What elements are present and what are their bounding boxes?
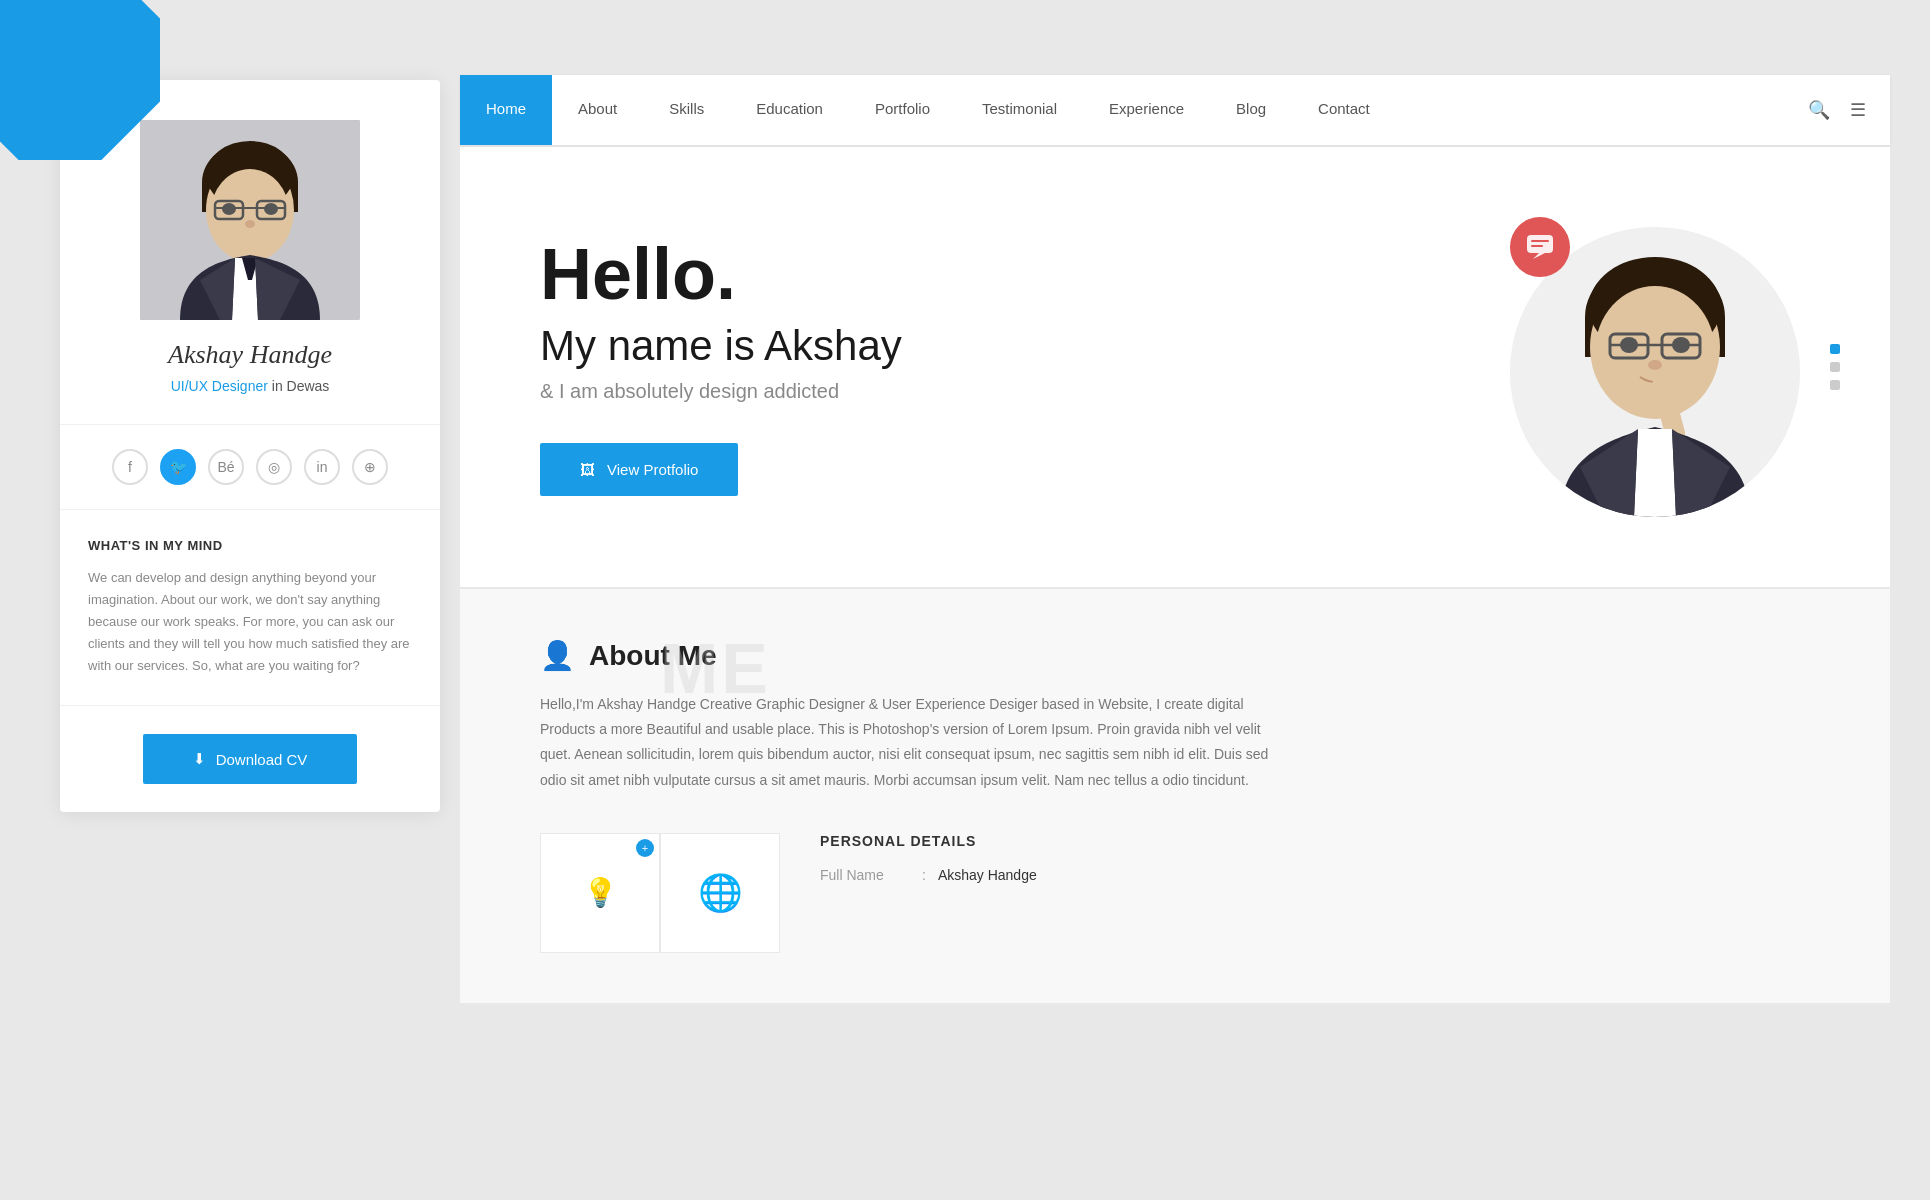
download-cv-button[interactable]: ⬇ Download CV xyxy=(143,734,358,784)
main-content: Home About Skills Education Portfolio Te… xyxy=(460,75,1890,1180)
bulb-icon: 💡 xyxy=(583,876,618,909)
chat-bubble[interactable] xyxy=(1510,217,1570,277)
about-description: Hello,I'm Akshay Handge Creative Graphic… xyxy=(540,692,1290,793)
download-cv-label: Download CV xyxy=(216,751,308,768)
nav-spacer xyxy=(1396,75,1784,145)
svg-rect-13 xyxy=(1527,235,1553,253)
about-card-bulb: 💡 + xyxy=(540,833,660,953)
nav-icons: 🔍 ☰ xyxy=(1784,75,1890,145)
menu-icon[interactable]: ☰ xyxy=(1850,99,1866,121)
svg-point-10 xyxy=(264,203,278,215)
about-section: 👤 About Me ME Hello,I'm Akshay Handge Cr… xyxy=(460,589,1890,1003)
card-plus-icon: + xyxy=(636,839,654,857)
page-dot-3[interactable] xyxy=(1830,380,1840,390)
corner-decoration xyxy=(0,0,160,160)
view-portfolio-label: View Protfolio xyxy=(607,461,698,478)
page-dot-2[interactable] xyxy=(1830,362,1840,372)
personal-details: PERSONAL DETAILS Full Name : Akshay Hand… xyxy=(820,833,1810,953)
page-dots xyxy=(1830,344,1840,390)
about-bottom: 💡 + 🌐 PERSONAL DETAILS Full Name : Aksha… xyxy=(540,833,1810,953)
sidebar: Akshay Handge UI/UX Designer in Dewas f … xyxy=(60,80,440,812)
sidebar-name: Akshay Handge xyxy=(80,340,420,370)
svg-point-9 xyxy=(222,203,236,215)
nav-experience[interactable]: Experience xyxy=(1083,75,1210,145)
svg-point-27 xyxy=(1648,360,1662,370)
sidebar-mind-title: WHAT'S IN MY MIND xyxy=(88,538,412,553)
facebook-icon[interactable]: f xyxy=(112,449,148,485)
svg-rect-15 xyxy=(1531,245,1543,247)
avatar xyxy=(140,120,360,320)
hero-name-line: My name is Akshay xyxy=(540,322,1490,370)
portfolio-icon: 🖼 xyxy=(580,461,595,478)
view-portfolio-button[interactable]: 🖼 View Protfolio xyxy=(540,443,738,496)
svg-point-21 xyxy=(1595,286,1715,418)
detail-row-name: Full Name : Akshay Handge xyxy=(820,867,1810,883)
nav-skills[interactable]: Skills xyxy=(643,75,730,145)
twitter-icon[interactable]: 🐦 xyxy=(160,449,196,485)
globe-icon: 🌐 xyxy=(698,872,743,914)
nav-about[interactable]: About xyxy=(552,75,643,145)
sidebar-mind: WHAT'S IN MY MIND We can develop and des… xyxy=(60,510,440,706)
about-header: 👤 About Me ME xyxy=(540,639,1810,672)
nav-home[interactable]: Home xyxy=(460,75,552,145)
svg-rect-14 xyxy=(1531,240,1549,242)
about-bg-text: ME xyxy=(660,629,771,709)
page-dot-1[interactable] xyxy=(1830,344,1840,354)
nav-education[interactable]: Education xyxy=(730,75,849,145)
instagram-icon[interactable]: ◎ xyxy=(256,449,292,485)
navbar: Home About Skills Education Portfolio Te… xyxy=(460,75,1890,145)
nav-testimonial[interactable]: Testimonial xyxy=(956,75,1083,145)
linkedin-icon[interactable]: in xyxy=(304,449,340,485)
personal-details-title: PERSONAL DETAILS xyxy=(820,833,1810,849)
hero-text: Hello. My name is Akshay & I am absolute… xyxy=(540,238,1490,496)
nav-portfolio[interactable]: Portfolio xyxy=(849,75,956,145)
about-cards: 💡 + 🌐 xyxy=(540,833,780,953)
hero-section: Hello. My name is Akshay & I am absolute… xyxy=(460,147,1890,587)
sidebar-mind-text: We can develop and design anything beyon… xyxy=(88,567,412,677)
detail-label-name: Full Name xyxy=(820,867,910,883)
nav-contact[interactable]: Contact xyxy=(1292,75,1396,145)
hero-avatar-area xyxy=(1490,207,1810,527)
hero-subtitle: & I am absolutely design addicted xyxy=(540,380,1490,403)
sidebar-download: ⬇ Download CV xyxy=(60,706,440,812)
svg-point-11 xyxy=(245,220,255,228)
detail-value-name: Akshay Handge xyxy=(938,867,1037,883)
hero-greeting: Hello. xyxy=(540,238,1490,310)
dribbble-icon[interactable]: ⊕ xyxy=(352,449,388,485)
behance-icon[interactable]: Bé xyxy=(208,449,244,485)
search-icon[interactable]: 🔍 xyxy=(1808,99,1830,121)
person-icon: 👤 xyxy=(540,639,575,672)
download-icon: ⬇ xyxy=(193,750,206,768)
svg-point-26 xyxy=(1672,337,1690,353)
sidebar-role: UI/UX Designer in Dewas xyxy=(80,378,420,394)
svg-point-25 xyxy=(1620,337,1638,353)
svg-point-5 xyxy=(210,169,290,261)
sidebar-social: f 🐦 Bé ◎ in ⊕ xyxy=(60,425,440,510)
about-card-globe: 🌐 xyxy=(660,833,780,953)
nav-blog[interactable]: Blog xyxy=(1210,75,1292,145)
svg-point-12 xyxy=(248,228,276,248)
